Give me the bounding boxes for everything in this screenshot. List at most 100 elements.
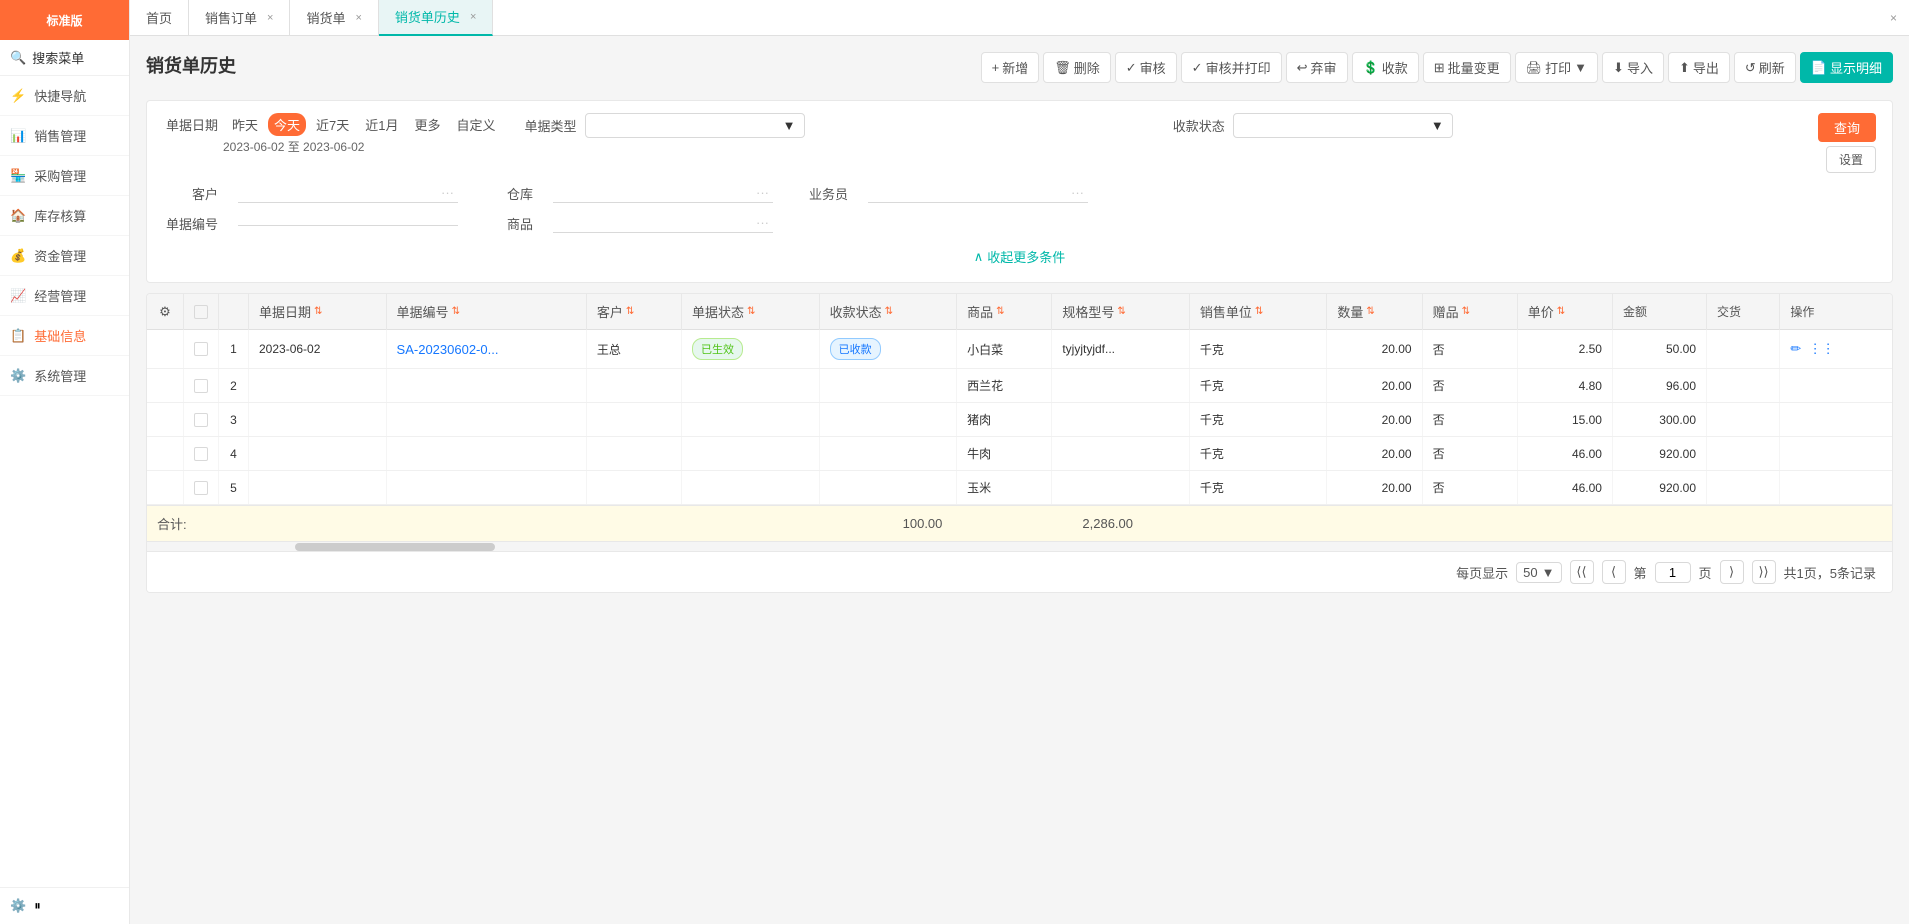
row-checkbox[interactable] (184, 437, 219, 471)
tab-sales-order-close[interactable]: × (267, 12, 273, 24)
date-tab-today[interactable]: 今天 (268, 113, 306, 136)
page-next-button[interactable]: ⟩ (1720, 560, 1744, 584)
row-unit: 千克 (1189, 369, 1327, 403)
audit-button[interactable]: ✓ 审核 (1115, 52, 1177, 83)
row-gear (147, 369, 184, 403)
tab-sales-goods[interactable]: 销货单 × (290, 0, 378, 36)
customer-field[interactable]: ··· (238, 183, 458, 203)
date-tab-yesterday[interactable]: 昨天 (226, 113, 264, 136)
tab-sales-history[interactable]: 销货单历史 × (379, 0, 493, 36)
export-button[interactable]: ⬆ 导出 (1668, 52, 1730, 83)
add-button[interactable]: + 新增 (981, 52, 1040, 83)
sidebar-item-system[interactable]: ⚙️ 系统管理 (0, 356, 129, 396)
row-unit: 千克 (1189, 330, 1327, 369)
row-docno (386, 471, 586, 505)
row-gift: 否 (1422, 403, 1517, 437)
scrollbar-thumb[interactable] (295, 543, 495, 551)
sidebar-item-inventory[interactable]: 🏠 库存核算 (0, 196, 129, 236)
per-page-select[interactable]: 50 ▼ (1516, 562, 1561, 583)
sidebar-item-quicknav[interactable]: ⚡ 快捷导航 (0, 76, 129, 116)
delete-button[interactable]: 🗑 删除 (1043, 52, 1111, 83)
th-date[interactable]: 单据日期⇅ (249, 294, 387, 330)
page-prev-button[interactable]: ⟨ (1602, 560, 1626, 584)
sales-rep-field[interactable]: ··· (868, 183, 1088, 203)
print-button[interactable]: 🖨 打印 ▼ (1515, 52, 1598, 83)
refresh-button[interactable]: ↺ 刷新 (1734, 52, 1796, 83)
discard-button[interactable]: ↩ 弃审 (1286, 52, 1348, 83)
sidebar-item-search[interactable]: 🔍 搜索菜单 (0, 40, 129, 76)
select-all-checkbox[interactable] (194, 305, 208, 319)
batch-change-button[interactable]: ⊞ 批量变更 (1423, 52, 1511, 83)
row-more-action[interactable]: ⋮⋮ (1809, 341, 1835, 357)
settings-bottom-icon[interactable]: ⚙️ (10, 898, 26, 914)
horizontal-scrollbar[interactable] (147, 541, 1892, 551)
doc-no-field[interactable] (238, 221, 458, 226)
row-checkbox[interactable] (184, 403, 219, 437)
row-checkbox[interactable] (184, 330, 219, 369)
goods-field[interactable]: ··· (553, 213, 773, 233)
row-payment-status (819, 369, 957, 403)
warehouse-field[interactable]: ··· (553, 183, 773, 203)
sidebar-item-basic[interactable]: 📋 基础信息 (0, 316, 129, 356)
th-qty[interactable]: 数量⇅ (1327, 294, 1422, 330)
sidebar-item-finance[interactable]: 💰 资金管理 (0, 236, 129, 276)
import-button[interactable]: ⬇ 导入 (1602, 52, 1664, 83)
doc-type-select[interactable]: ▼ (585, 113, 805, 138)
delete-icon: 🗑 (1054, 60, 1071, 76)
row-action: ✏ ⋮⋮ (1780, 330, 1892, 369)
row-cb-2[interactable] (194, 413, 208, 427)
row-gear (147, 403, 184, 437)
payment-status-select[interactable]: ▼ (1233, 113, 1453, 138)
gear-icon[interactable]: ⚙ (157, 304, 173, 320)
row-cb-4[interactable] (194, 481, 208, 495)
date-tab-7days[interactable]: 近7天 (310, 113, 355, 136)
th-price[interactable]: 单价⇅ (1517, 294, 1612, 330)
pause-icon[interactable]: ⏸ (34, 898, 41, 914)
payment-status-chevron: ▼ (1431, 118, 1444, 133)
table-body: 12023-06-02SA-20230602-0...王总已生效已收款小白菜ty… (147, 330, 1892, 505)
row-unit: 千克 (1189, 471, 1327, 505)
collect-button[interactable]: 💲 收款 (1352, 52, 1419, 83)
sidebar-item-purchase[interactable]: 🏪 采购管理 (0, 156, 129, 196)
audit-print-button[interactable]: ✓ 审核并打印 (1181, 52, 1282, 83)
row-cb-1[interactable] (194, 379, 208, 393)
row-spec (1052, 403, 1190, 437)
date-tab-more[interactable]: 更多 (409, 113, 447, 136)
th-goods[interactable]: 商品⇅ (957, 294, 1052, 330)
row-doc-status (682, 403, 820, 437)
sidebar-item-sales[interactable]: 📊 销售管理 (0, 116, 129, 156)
date-tabs: 昨天 今天 近7天 近1月 更多 自定义 (226, 113, 502, 136)
tab-sales-order[interactable]: 销售订单 × (189, 0, 290, 36)
th-gear[interactable]: ⚙ (147, 294, 184, 330)
row-cb-3[interactable] (194, 447, 208, 461)
tab-close-all[interactable]: × (1878, 11, 1909, 25)
tab-home[interactable]: 首页 (130, 0, 189, 36)
page-last-button[interactable]: ⟩⟩ (1752, 560, 1776, 584)
row-edit-action[interactable]: ✏ (1790, 341, 1801, 357)
row-index: 5 (219, 471, 249, 505)
sidebar-item-operations[interactable]: 📈 经营管理 (0, 276, 129, 316)
th-spec[interactable]: 规格型号⇅ (1052, 294, 1190, 330)
th-payment-status[interactable]: 收款状态⇅ (819, 294, 957, 330)
row-checkbox[interactable] (184, 369, 219, 403)
th-gift[interactable]: 赠品⇅ (1422, 294, 1517, 330)
tab-sales-goods-close[interactable]: × (355, 12, 361, 24)
main-area: 首页 销售订单 × 销货单 × 销货单历史 × × 销货单历史 + 新增 (130, 0, 1909, 924)
row-cb-0[interactable] (194, 342, 208, 356)
page-first-button[interactable]: ⟨⟨ (1570, 560, 1594, 584)
collapse-button[interactable]: ∧ 收起更多条件 (970, 243, 1070, 270)
date-tab-custom[interactable]: 自定义 (451, 113, 502, 136)
page-input[interactable] (1655, 562, 1691, 583)
th-unit[interactable]: 销售单位⇅ (1189, 294, 1327, 330)
row-docno-link[interactable]: SA-20230602-0... (397, 342, 499, 357)
th-customer[interactable]: 客户⇅ (586, 294, 681, 330)
th-doc-status[interactable]: 单据状态⇅ (682, 294, 820, 330)
row-checkbox[interactable] (184, 471, 219, 505)
show-detail-button[interactable]: 📄 显示明细 (1800, 52, 1893, 83)
tab-sales-history-close[interactable]: × (470, 11, 476, 23)
date-tab-1month[interactable]: 近1月 (359, 113, 404, 136)
query-button[interactable]: 查询 (1818, 113, 1876, 142)
settings-button[interactable]: 设置 (1826, 146, 1876, 173)
row-price: 46.00 (1517, 471, 1612, 505)
th-doc-no[interactable]: 单据编号⇅ (386, 294, 586, 330)
